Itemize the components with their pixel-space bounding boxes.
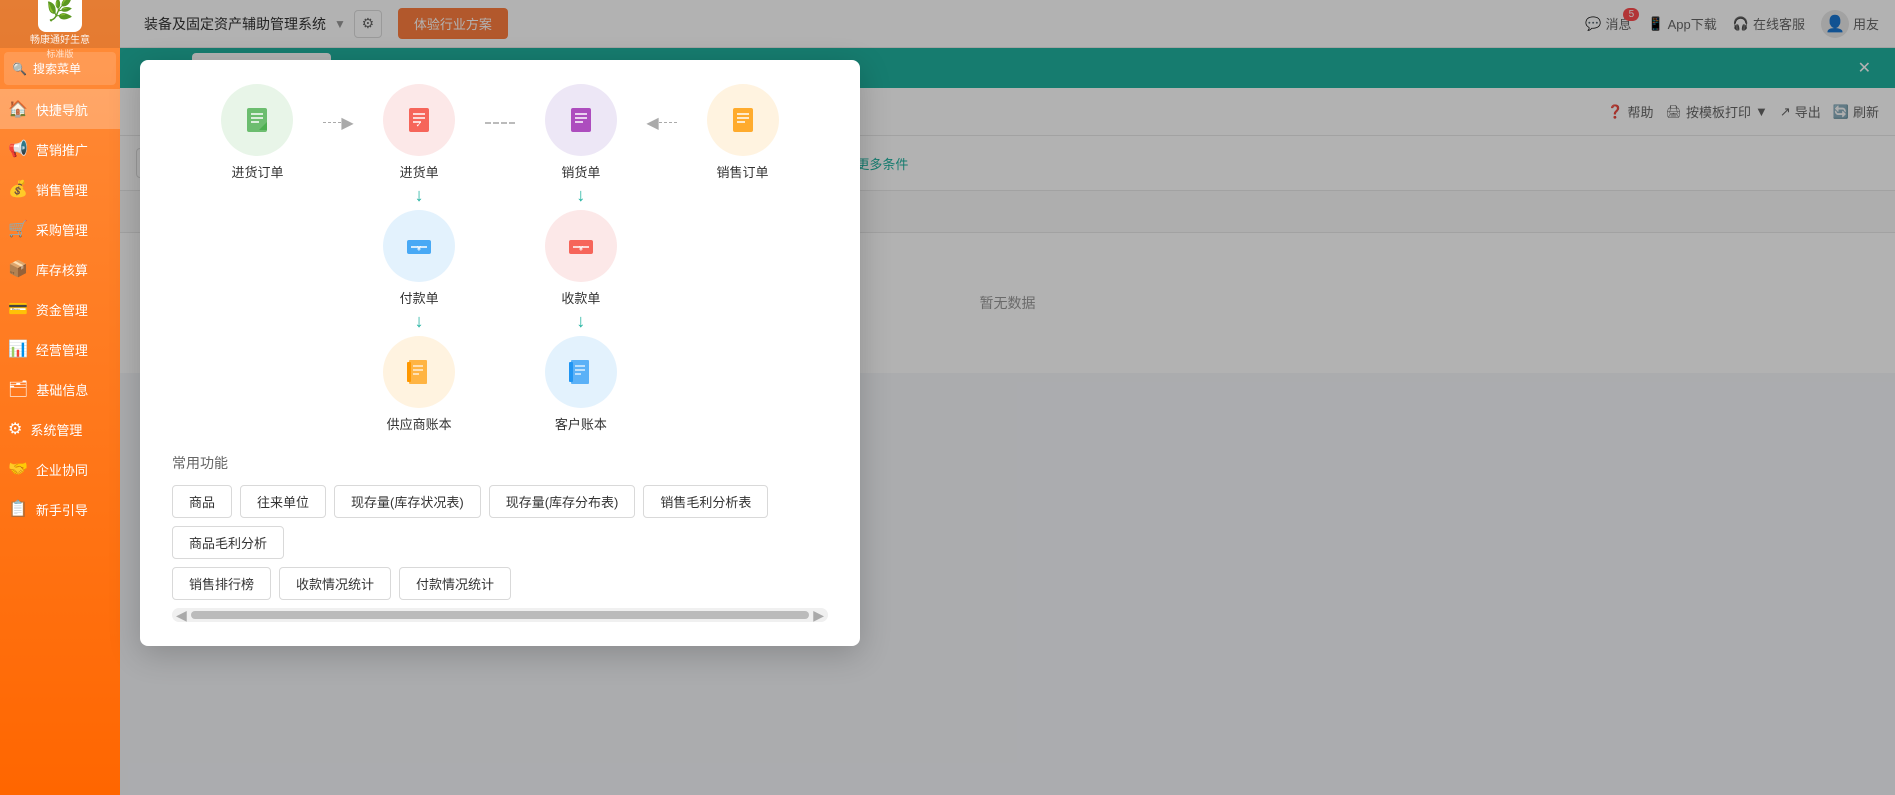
sidebar-item-enterprise[interactable]: 🤝 企业协同 bbox=[0, 449, 120, 489]
sidebar-item-label: 销售管理 bbox=[36, 180, 88, 199]
sidebar-item-label: 新手引导 bbox=[36, 500, 88, 519]
logo-subtext: 标准版 bbox=[46, 47, 73, 60]
node-receipt-col: ↓ ¥ 收款单 bbox=[515, 181, 646, 307]
node-receipt-label: 收款单 bbox=[561, 288, 600, 307]
enterprise-icon: 🤝 bbox=[8, 459, 28, 479]
sidebar-item-label: 库存核算 bbox=[36, 260, 88, 279]
sidebar-item-basic-info[interactable]: 🗂 基础信息 bbox=[0, 369, 120, 409]
sidebar-item-label: 经营管理 bbox=[36, 340, 88, 359]
sidebar-item-label: 资金管理 bbox=[36, 300, 88, 319]
node-sales[interactable]: 销货单 bbox=[515, 84, 646, 181]
arrow-down-purchase: ↓ bbox=[415, 185, 424, 206]
node-purchase-label: 进货单 bbox=[400, 162, 439, 181]
flow-row2: ↓ ¥ 付款单 bbox=[172, 181, 828, 307]
common-functions: 常用功能 商品 往来单位 现存量(库存状况表) 现存量(库存分布表) 销售毛利分… bbox=[172, 453, 828, 600]
sidebar-logo: 🌿 畅康通好生意 标准版 bbox=[0, 0, 120, 48]
sidebar-item-operations[interactable]: 📊 经营管理 bbox=[0, 329, 120, 369]
func-profit-analysis[interactable]: 销售毛利分析表 bbox=[643, 485, 768, 518]
sidebar-item-system[interactable]: ⚙ 系统管理 bbox=[0, 409, 120, 449]
modal-body: 进货订单 ▶ bbox=[140, 60, 860, 646]
sidebar-item-label: 快捷导航 bbox=[36, 100, 88, 119]
node-payment-col: ↓ ¥ 付款单 bbox=[354, 181, 485, 307]
func-payment-stats[interactable]: 付款情况统计 bbox=[399, 567, 511, 600]
func-partner[interactable]: 往来单位 bbox=[240, 485, 326, 518]
finance-icon: 💳 bbox=[8, 299, 28, 319]
common-funcs-title: 常用功能 bbox=[172, 453, 828, 473]
arrow-sales-order-to-sales: ◀ bbox=[646, 113, 677, 133]
purchase-icon: 🛒 bbox=[8, 219, 28, 239]
sidebar-item-label: 企业协同 bbox=[36, 460, 88, 479]
func-stock-status[interactable]: 现存量(库存状况表) bbox=[334, 485, 481, 518]
marketing-icon: 📢 bbox=[8, 139, 28, 159]
node-sales-label: 销货单 bbox=[561, 162, 600, 181]
func-product-profit[interactable]: 商品毛利分析 bbox=[172, 526, 284, 559]
flow-diagram: 进货订单 ▶ bbox=[172, 84, 828, 433]
node-purchase-order[interactable]: 进货订单 bbox=[192, 84, 323, 181]
scrollbar-thumb[interactable] bbox=[191, 611, 809, 619]
operations-icon: 📊 bbox=[8, 339, 28, 359]
func-buttons-row2: 销售排行榜 收款情况统计 付款情况统计 bbox=[172, 567, 828, 600]
arrow-purchase-order-to-purchase: ▶ bbox=[323, 113, 354, 133]
scroll-right-icon[interactable]: ▶ bbox=[813, 607, 824, 624]
spacer-middle bbox=[485, 122, 516, 124]
node-sales-order[interactable]: 销售订单 bbox=[677, 84, 808, 181]
node-purchase[interactable]: ✓ 进货单 bbox=[354, 84, 485, 181]
arrow-down-sales: ↓ bbox=[576, 185, 585, 206]
sidebar-item-inventory[interactable]: 📦 库存核算 bbox=[0, 249, 120, 289]
node-purchase-order-label: 进货订单 bbox=[231, 162, 283, 181]
sidebar-item-label: 营销推广 bbox=[36, 140, 88, 159]
main-content: 装备及固定资产辅助管理系统 ▼ ⚙ 体验行业方案 💬 消息 5 📱 App下载 … bbox=[120, 0, 1895, 795]
sidebar-item-sales[interactable]: 💰 销售管理 bbox=[0, 169, 120, 209]
func-product[interactable]: 商品 bbox=[172, 485, 232, 518]
modal-scrollbar[interactable]: ◀ ▶ bbox=[172, 608, 828, 622]
sidebar: 🌿 畅康通好生意 标准版 🔍 搜索菜单 🏠 快捷导航 📢 营销推广 💰 销售管理… bbox=[0, 0, 120, 795]
node-sales-order-label: 销售订单 bbox=[717, 162, 769, 181]
node-supplier-book[interactable] bbox=[383, 336, 455, 408]
flow-modal: 进货订单 ▶ bbox=[140, 60, 860, 646]
svg-text:¥: ¥ bbox=[417, 246, 421, 253]
logo-text: 畅康通好生意 bbox=[30, 34, 90, 47]
arrow-down-receipt: ↓ bbox=[576, 311, 585, 332]
sidebar-item-label: 基础信息 bbox=[36, 380, 88, 399]
sidebar-item-quick-nav[interactable]: 🏠 快捷导航 bbox=[0, 89, 120, 129]
search-menu-label: 搜索菜单 bbox=[33, 60, 81, 77]
node-customer-book[interactable] bbox=[545, 336, 617, 408]
func-receipt-stats[interactable]: 收款情况统计 bbox=[279, 567, 391, 600]
home-icon: 🏠 bbox=[8, 99, 28, 119]
sidebar-item-finance[interactable]: 💳 资金管理 bbox=[0, 289, 120, 329]
sales-icon: 💰 bbox=[8, 179, 28, 199]
sidebar-item-label: 系统管理 bbox=[30, 420, 82, 439]
sidebar-item-newbie[interactable]: 📋 新手引导 bbox=[0, 489, 120, 529]
node-supplier-book-label: 供应商账本 bbox=[387, 414, 452, 433]
arrow-down-payment: ↓ bbox=[415, 311, 424, 332]
node-payment[interactable]: ¥ bbox=[383, 210, 455, 282]
sidebar-item-marketing[interactable]: 📢 营销推广 bbox=[0, 129, 120, 169]
scroll-left-icon[interactable]: ◀ bbox=[176, 607, 187, 624]
func-stock-dist[interactable]: 现存量(库存分布表) bbox=[489, 485, 636, 518]
svg-text:¥: ¥ bbox=[579, 246, 583, 253]
modal-overlay[interactable]: 进货订单 ▶ bbox=[120, 0, 1895, 795]
svg-text:✓: ✓ bbox=[416, 120, 423, 129]
flow-row3: ↓ bbox=[172, 307, 828, 433]
search-icon: 🔍 bbox=[12, 62, 27, 76]
node-customer-book-label: 客户账本 bbox=[555, 414, 607, 433]
node-customer-book-col: ↓ bbox=[515, 307, 646, 433]
newbie-icon: 📋 bbox=[8, 499, 28, 519]
basic-info-icon: 🗂 bbox=[8, 379, 28, 399]
sidebar-item-label: 采购管理 bbox=[36, 220, 88, 239]
system-icon: ⚙ bbox=[8, 419, 22, 439]
sidebar-item-purchase[interactable]: 🛒 采购管理 bbox=[0, 209, 120, 249]
node-payment-label: 付款单 bbox=[400, 288, 439, 307]
func-buttons-row1: 商品 往来单位 现存量(库存状况表) 现存量(库存分布表) 销售毛利分析表 商品… bbox=[172, 485, 828, 559]
node-supplier-book-col: ↓ bbox=[354, 307, 485, 433]
inventory-icon: 📦 bbox=[8, 259, 28, 279]
func-sales-ranking[interactable]: 销售排行榜 bbox=[172, 567, 271, 600]
node-receipt[interactable]: ¥ bbox=[545, 210, 617, 282]
